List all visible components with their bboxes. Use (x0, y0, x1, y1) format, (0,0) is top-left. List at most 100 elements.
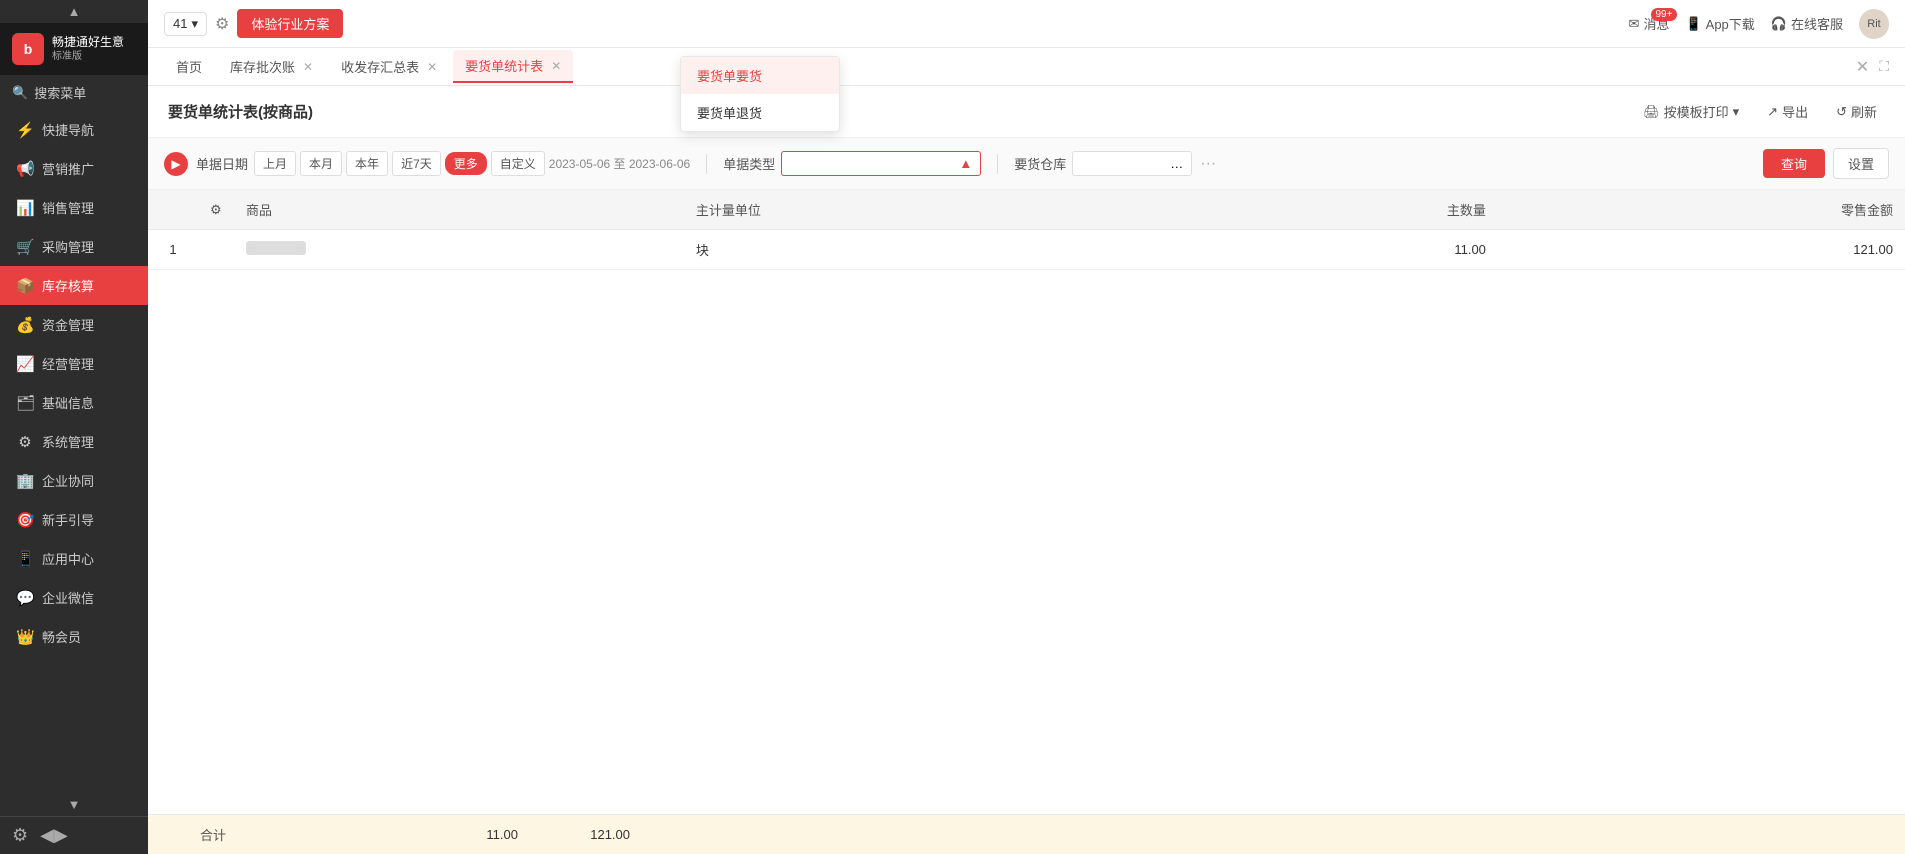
footer-collapse-icon[interactable]: ◀▶ (40, 825, 68, 846)
col-goods: 商品 (234, 190, 684, 230)
expand-icon: ▶ (171, 157, 180, 171)
tab-receivable-close[interactable]: ✕ (427, 60, 437, 74)
footer-amount: 121.00 (530, 827, 630, 842)
dropdown-item-return[interactable]: 要货单退货 (681, 94, 839, 131)
sidebar-scroll-up[interactable]: ▲ (0, 0, 148, 23)
tabbar: 首页 库存批次账 ✕ 收发存汇总表 ✕ 要货单统计表 ✕ ✕ ⛶ (148, 48, 1905, 86)
sales-icon: 📊 (16, 199, 34, 217)
refresh-button[interactable]: ↺ 刷新 (1828, 98, 1885, 125)
sidebar-item-wechat[interactable]: 💬 企业微信 (0, 578, 148, 617)
quick-nav-icon: ⚡ (16, 121, 34, 139)
footer-label: 合计 (160, 825, 390, 844)
app-logo-icon: b (12, 33, 44, 65)
topbar: 41 ▾ ⚙ 体验行业方案 ✉ 消息 99+ 📱 App下载 🎧 在线客服 Ri… (148, 0, 1905, 48)
topbar-right: ✉ 消息 99+ 📱 App下载 🎧 在线客服 Rit (1629, 9, 1889, 39)
user-avatar[interactable]: Rit (1859, 9, 1889, 39)
date-btn-this-month[interactable]: 本月 (300, 151, 342, 176)
type-select[interactable]: ▲ (781, 151, 981, 176)
tab-close-all[interactable]: ✕ (1856, 57, 1869, 77)
print-button[interactable]: 🖨 按模板打印 ▾ (1635, 98, 1747, 125)
date-btn-this-year[interactable]: 本年 (346, 151, 388, 176)
sidebar-item-sales[interactable]: 📊 销售管理 (0, 188, 148, 227)
search-menu[interactable]: 🔍 搜索菜单 (0, 75, 148, 110)
sidebar-item-basic[interactable]: 🗂 基础信息 (0, 383, 148, 422)
sidebar-item-finance[interactable]: 💰 资金管理 (0, 305, 148, 344)
tab-fullscreen[interactable]: ⛶ (1879, 58, 1889, 75)
filter-bar: ▶ 单据日期 上月 本月 本年 近7天 更多 自定义 2023-05-06 至 … (148, 138, 1905, 190)
date-btn-last-month[interactable]: 上月 (254, 151, 296, 176)
online-service-item[interactable]: 🎧 在线客服 (1771, 14, 1843, 33)
chevron-down-icon: ▾ (191, 16, 198, 32)
inventory-icon: 📦 (16, 277, 34, 295)
tab-stock-batch[interactable]: 库存批次账 ✕ (218, 51, 325, 82)
footer-settings-icon[interactable]: ⚙ (12, 825, 28, 846)
sidebar-item-system[interactable]: ⚙ 系统管理 (0, 422, 148, 461)
messages-item[interactable]: ✉ 消息 99+ (1629, 14, 1670, 33)
sidebar-item-appstore[interactable]: 📱 应用中心 (0, 539, 148, 578)
date-buttons: 上月 本月 本年 近7天 更多 自定义 2023-05-06 至 2023-06… (254, 151, 690, 176)
app-logo-text: 畅捷通好生意 标准版 (52, 35, 124, 64)
settings-icon[interactable]: ⚙ (210, 202, 222, 217)
basic-icon: 🗂 (16, 394, 34, 412)
table-footer: 合计 11.00 121.00 (148, 814, 1905, 854)
cell-seq: 1 (148, 230, 198, 270)
sidebar-item-member[interactable]: 👑 畅会员 (0, 617, 148, 656)
printer-icon: 🖨 (1643, 104, 1660, 120)
gear-icon[interactable]: ⚙ (215, 14, 229, 34)
purchase-icon: 🛒 (16, 238, 34, 256)
operations-icon: 📈 (16, 355, 34, 373)
mobile-icon: 📱 (1685, 16, 1701, 32)
sidebar-item-corp[interactable]: 🏢 企业协同 (0, 461, 148, 500)
sidebar-item-operations[interactable]: 📈 经营管理 (0, 344, 148, 383)
data-table-area: ⚙ 商品 主计量单位 主数量 零售金额 1 (148, 190, 1905, 814)
query-button[interactable]: 查询 (1763, 149, 1825, 178)
filter-expand-button[interactable]: ▶ (164, 152, 188, 176)
chevron-up-icon: ▲ (959, 156, 972, 171)
col-settings[interactable]: ⚙ (198, 190, 234, 230)
set-button[interactable]: 设置 (1833, 148, 1889, 179)
type-dropdown: 要货单要货 要货单退货 (680, 86, 840, 132)
tab-order-stats-close[interactable]: ✕ (551, 59, 561, 73)
tab-home[interactable]: 首页 (164, 51, 214, 82)
sidebar-footer: ⚙ ◀▶ (0, 816, 148, 854)
tab-receivable-summary[interactable]: 收发存汇总表 ✕ (329, 51, 449, 82)
warehouse-filter-group: 要货仓库 … (1014, 151, 1192, 176)
cell-unit: 块 (684, 230, 1161, 270)
type-filter-group: 单据类型 ▲ (723, 151, 981, 176)
date-btn-7days[interactable]: 近7天 (392, 151, 441, 176)
chevron-down-icon-warehouse: … (1170, 156, 1183, 171)
sidebar-item-inventory[interactable]: 📦 库存核算 (0, 266, 148, 305)
cell-qty: 11.00 (1160, 230, 1497, 270)
type-label: 单据类型 (723, 154, 775, 173)
sidebar: ▲ b 畅捷通好生意 标准版 🔍 搜索菜单 ⚡ 快捷导航 📢 营销推广 📊 销售… (0, 0, 148, 854)
table-row: 1 块 11.00 121.00 (148, 230, 1905, 270)
cell-goods (234, 230, 684, 270)
warehouse-select[interactable]: … (1072, 151, 1192, 176)
export-button[interactable]: ↗ 导出 (1759, 98, 1816, 125)
refresh-icon: ↺ (1836, 104, 1847, 120)
blurred-goods (246, 241, 306, 255)
main-area: 41 ▾ ⚙ 体验行业方案 ✉ 消息 99+ 📱 App下载 🎧 在线客服 Ri… (148, 0, 1905, 854)
guide-icon: 🎯 (16, 511, 34, 529)
cell-amount: 121.00 (1498, 230, 1905, 270)
headset-icon: 🎧 (1771, 16, 1787, 32)
sidebar-item-guide[interactable]: 🎯 新手引导 (0, 500, 148, 539)
store-selector[interactable]: 41 ▾ (164, 12, 207, 36)
date-label: 单据日期 (196, 154, 248, 173)
tab-order-stats[interactable]: 要货单统计表 ✕ (453, 50, 573, 83)
wechat-icon: 💬 (16, 589, 34, 607)
filter-more-dots[interactable]: ··· (1200, 155, 1216, 173)
date-btn-more[interactable]: 更多 (445, 152, 487, 175)
tab-stock-batch-close[interactable]: ✕ (303, 60, 313, 74)
sidebar-item-marketing[interactable]: 📢 营销推广 (0, 149, 148, 188)
warehouse-label: 要货仓库 (1014, 154, 1066, 173)
app-download-item[interactable]: 📱 App下载 (1685, 14, 1754, 33)
sidebar-scroll-down[interactable]: ▼ (0, 793, 148, 816)
export-icon: ↗ (1767, 104, 1778, 120)
trial-button[interactable]: 体验行业方案 (237, 9, 343, 38)
sidebar-item-purchase[interactable]: 🛒 采购管理 (0, 227, 148, 266)
dropdown-item-order[interactable]: 要货单要货 (681, 86, 839, 94)
sidebar-item-quick-nav[interactable]: ⚡ 快捷导航 (0, 110, 148, 149)
message-icon: ✉ (1629, 16, 1640, 32)
date-btn-custom[interactable]: 自定义 (491, 151, 545, 176)
